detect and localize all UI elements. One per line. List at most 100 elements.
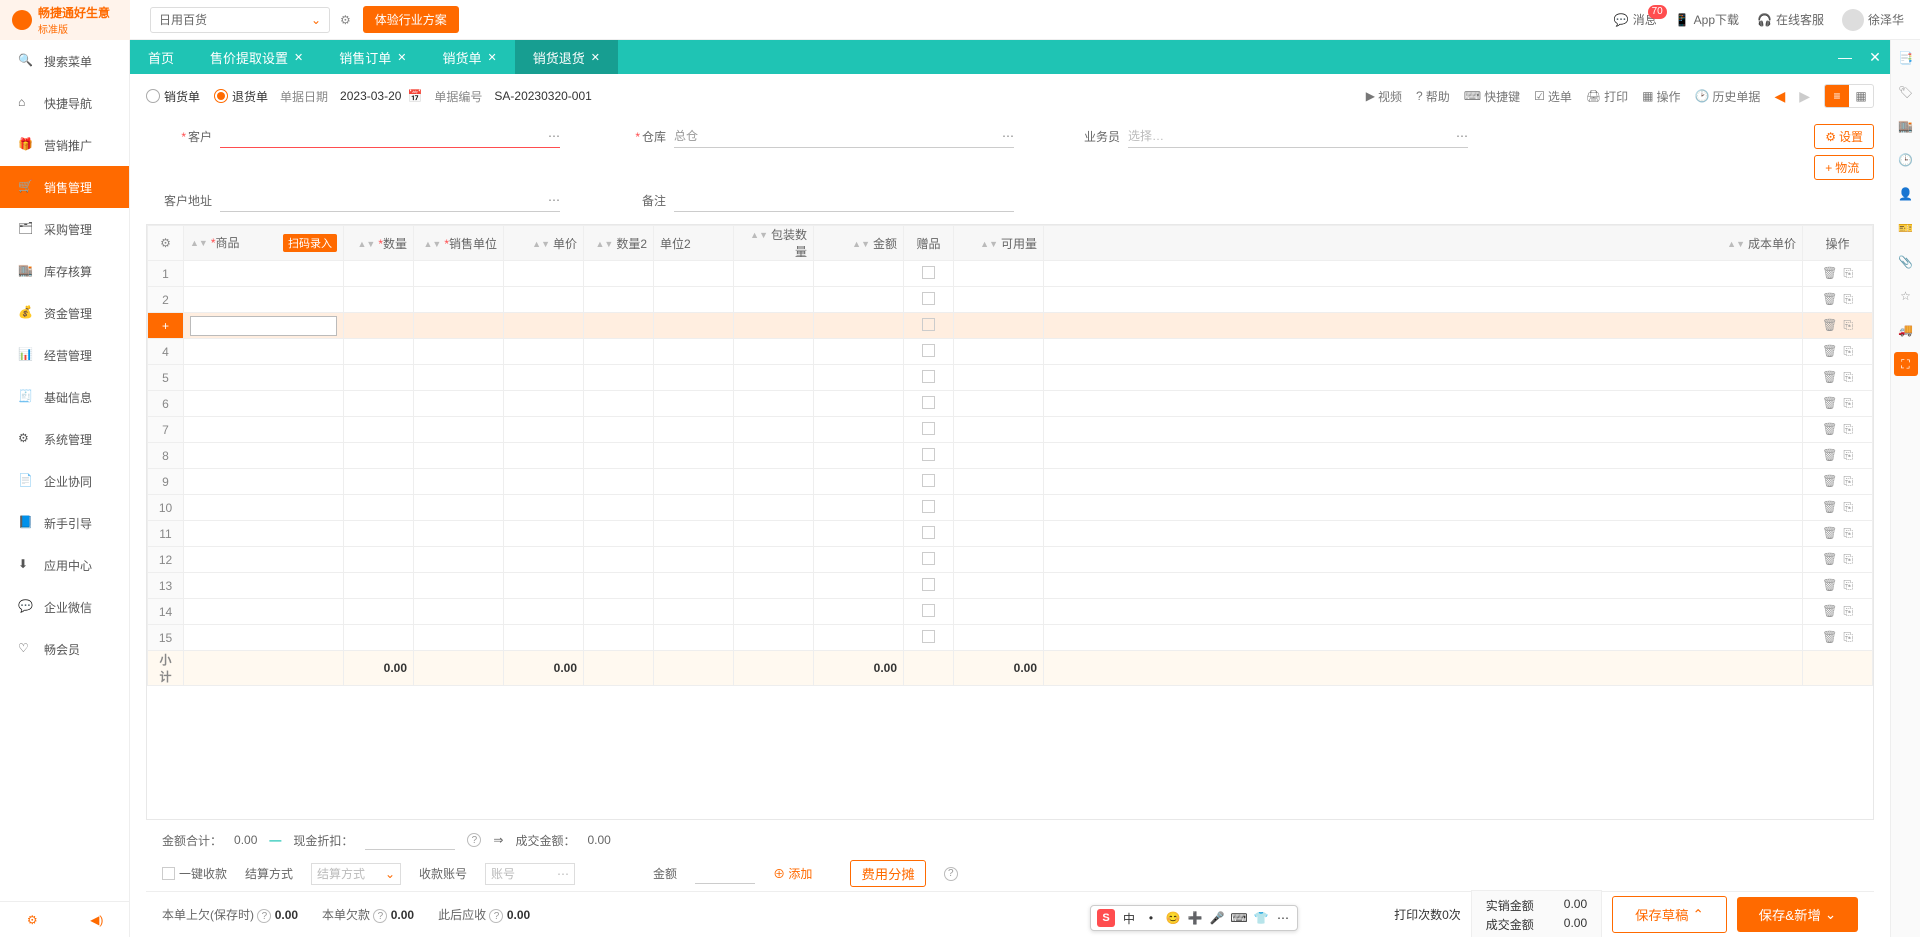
industry-plan-button[interactable]: 体验行业方案 bbox=[363, 6, 459, 33]
save-draft-button[interactable]: 保存草稿⌃ bbox=[1612, 896, 1726, 933]
gift-checkbox[interactable] bbox=[922, 474, 935, 487]
help-link[interactable]: ?帮助 bbox=[1416, 88, 1450, 105]
delete-icon[interactable]: 🗑 bbox=[1822, 292, 1837, 306]
settle-method-select[interactable]: 结算方式⌄ bbox=[311, 863, 401, 885]
copy-icon[interactable]: ⎘ bbox=[1843, 500, 1853, 514]
copy-icon[interactable]: ⎘ bbox=[1843, 552, 1853, 566]
messages-link[interactable]: 💬 消息 70 bbox=[1614, 11, 1657, 28]
table-row[interactable]: 2 🗑⎘ bbox=[148, 287, 1873, 313]
delete-icon[interactable]: 🗑 bbox=[1822, 552, 1837, 566]
sidebar-item[interactable]: 🏬库存核算 bbox=[0, 250, 129, 292]
delete-icon[interactable]: 🗑 bbox=[1822, 344, 1837, 358]
next-doc-button[interactable]: ▶ bbox=[1799, 88, 1810, 105]
table-row[interactable]: + 🗑⎘ bbox=[148, 313, 1873, 339]
sidebar-item[interactable]: 💰资金管理 bbox=[0, 292, 129, 334]
delete-icon[interactable]: 🗑 bbox=[1822, 474, 1837, 488]
gear-icon[interactable]: ⚙ bbox=[160, 236, 171, 250]
table-row[interactable]: 5 🗑⎘ bbox=[148, 365, 1873, 391]
more-icon[interactable]: ⋯ bbox=[1456, 129, 1468, 143]
ime-toolbar[interactable]: S 中•😊➕🎤⌨👕⋯ bbox=[1090, 905, 1298, 931]
help-icon[interactable]: ? bbox=[373, 909, 387, 923]
salesman-input[interactable]: 选择…⋯ bbox=[1128, 124, 1468, 148]
gift-checkbox[interactable] bbox=[922, 500, 935, 513]
rail-icon[interactable]: 🎫 bbox=[1894, 216, 1918, 240]
sidebar-item[interactable]: ⌂快捷导航 bbox=[0, 82, 129, 124]
remark-input[interactable] bbox=[674, 188, 1014, 212]
copy-icon[interactable]: ⎘ bbox=[1843, 474, 1853, 488]
close-icon[interactable]: ✕ bbox=[591, 51, 600, 64]
select-link[interactable]: ☑选单 bbox=[1534, 88, 1572, 105]
settings-button[interactable]: ⚙设置 bbox=[1814, 124, 1874, 149]
copy-icon[interactable]: ⎘ bbox=[1843, 578, 1853, 592]
gift-checkbox[interactable] bbox=[922, 578, 935, 591]
gift-checkbox[interactable] bbox=[922, 370, 935, 383]
amount-input[interactable] bbox=[695, 864, 755, 884]
table-row[interactable]: 4 🗑⎘ bbox=[148, 339, 1873, 365]
help-icon[interactable]: ? bbox=[944, 867, 958, 881]
help-icon[interactable]: ? bbox=[257, 909, 271, 923]
date-value[interactable]: 2023-03-20 bbox=[340, 89, 401, 103]
gift-checkbox[interactable] bbox=[922, 630, 935, 643]
ime-icon[interactable]: 中 bbox=[1121, 910, 1137, 926]
delete-icon[interactable]: 🗑 bbox=[1822, 396, 1837, 410]
tab[interactable]: 售价提取设置✕ bbox=[192, 40, 321, 74]
copy-icon[interactable]: ⎘ bbox=[1843, 422, 1853, 436]
category-select[interactable]: 日用百货 ⌄ bbox=[150, 7, 330, 33]
close-icon[interactable]: ✕ bbox=[488, 51, 497, 64]
table-row[interactable]: 1 🗑⎘ bbox=[148, 261, 1873, 287]
table-row[interactable]: 6 🗑⎘ bbox=[148, 391, 1873, 417]
print-link[interactable]: 🖨打印 bbox=[1586, 88, 1628, 105]
sidebar-item[interactable]: 📊经营管理 bbox=[0, 334, 129, 376]
copy-icon[interactable]: ⎘ bbox=[1843, 604, 1853, 618]
gift-checkbox[interactable] bbox=[922, 318, 935, 331]
rail-icon[interactable]: 🚚 bbox=[1894, 318, 1918, 342]
sidebar-gear-button[interactable]: ⚙ bbox=[0, 902, 65, 937]
help-icon[interactable]: ? bbox=[467, 833, 481, 847]
operate-link[interactable]: ▦操作 bbox=[1642, 88, 1680, 105]
delete-icon[interactable]: 🗑 bbox=[1822, 630, 1837, 644]
more-icon[interactable]: ⋯ bbox=[1002, 129, 1014, 143]
copy-icon[interactable]: ⎘ bbox=[1843, 630, 1853, 644]
view-list-button[interactable]: ≡ bbox=[1825, 85, 1849, 107]
copy-icon[interactable]: ⎘ bbox=[1843, 370, 1853, 384]
save-new-button[interactable]: 保存&新增⌄ bbox=[1737, 897, 1858, 932]
sidebar-item[interactable]: ⚙系统管理 bbox=[0, 418, 129, 460]
gift-checkbox[interactable] bbox=[922, 396, 935, 409]
rail-icon[interactable]: ☆ bbox=[1894, 284, 1918, 308]
delete-icon[interactable]: 🗑 bbox=[1822, 318, 1837, 332]
copy-icon[interactable]: ⎘ bbox=[1843, 266, 1853, 280]
table-row[interactable]: 13 🗑⎘ bbox=[148, 573, 1873, 599]
app-download-link[interactable]: 📱 App下载 bbox=[1675, 11, 1739, 28]
ime-icon[interactable]: 😊 bbox=[1165, 910, 1181, 926]
account-select[interactable]: 账号⋯ bbox=[485, 863, 575, 885]
table-row[interactable]: 9 🗑⎘ bbox=[148, 469, 1873, 495]
delete-icon[interactable]: 🗑 bbox=[1822, 370, 1837, 384]
ime-icon[interactable]: ⋯ bbox=[1275, 910, 1291, 926]
tab-minimize-button[interactable]: — bbox=[1830, 40, 1860, 74]
copy-icon[interactable]: ⎘ bbox=[1843, 396, 1853, 410]
more-icon[interactable]: ⋯ bbox=[548, 129, 560, 143]
ime-icon[interactable]: ⌨ bbox=[1231, 910, 1247, 926]
add-link[interactable]: ⊕ 添加 bbox=[773, 865, 812, 882]
sidebar-item[interactable]: 🔍搜索菜单 bbox=[0, 40, 129, 82]
sidebar-collapse-button[interactable]: ◀) bbox=[65, 902, 130, 937]
rail-icon[interactable]: 🏷 bbox=[1894, 80, 1918, 104]
table-row[interactable]: 15 🗑⎘ bbox=[148, 625, 1873, 651]
more-icon[interactable]: ⋯ bbox=[548, 193, 560, 207]
fee-allocation-button[interactable]: 费用分摊 bbox=[850, 860, 925, 887]
gift-checkbox[interactable] bbox=[922, 604, 935, 617]
settings-icon[interactable]: ⚙ bbox=[340, 13, 351, 27]
sidebar-item[interactable]: 🎁营销推广 bbox=[0, 124, 129, 166]
table-row[interactable]: 12 🗑⎘ bbox=[148, 547, 1873, 573]
gift-checkbox[interactable] bbox=[922, 422, 935, 435]
sidebar-item[interactable]: 💬企业微信 bbox=[0, 586, 129, 628]
copy-icon[interactable]: ⎘ bbox=[1843, 526, 1853, 540]
video-link[interactable]: ▶视频 bbox=[1366, 88, 1402, 105]
tab[interactable]: 销货单✕ bbox=[424, 40, 514, 74]
tab[interactable]: 销售订单✕ bbox=[321, 40, 424, 74]
hotkey-link[interactable]: ⌨快捷键 bbox=[1464, 88, 1520, 105]
copy-icon[interactable]: ⎘ bbox=[1843, 448, 1853, 462]
table-row[interactable]: 7 🗑⎘ bbox=[148, 417, 1873, 443]
ime-icon[interactable]: ➕ bbox=[1187, 910, 1203, 926]
tab[interactable]: 销货退货✕ bbox=[515, 40, 618, 74]
